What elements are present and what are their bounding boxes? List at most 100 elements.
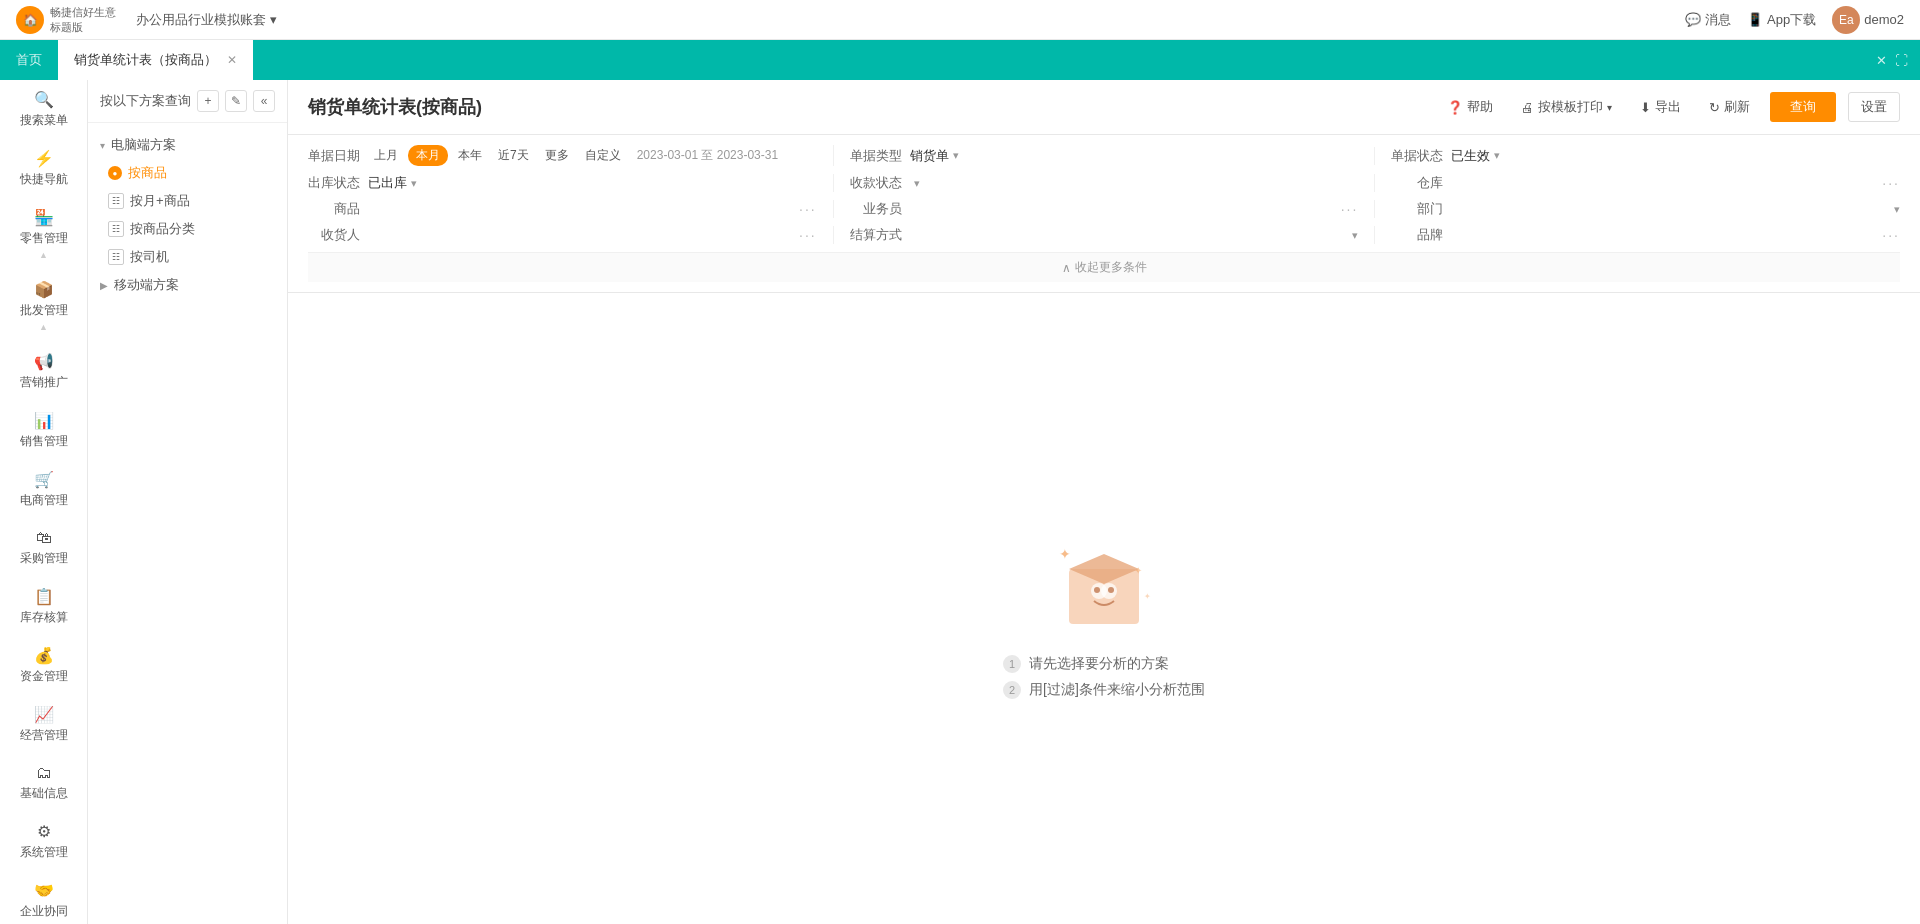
warehouse-dots[interactable]: ··· (1882, 175, 1900, 191)
outstore-label: 出库状态 (308, 174, 360, 192)
date-tab-thismonth[interactable]: 本月 (408, 145, 448, 166)
payment-method-control[interactable]: ▾ (910, 229, 1359, 242)
export-icon: ⬇ (1640, 100, 1651, 115)
sidebar-item-ecommerce[interactable]: 🛒 电商管理 (0, 460, 87, 519)
goods-label: 商品 (308, 200, 360, 218)
left-panel: 按以下方案查询 + ✎ « ▾ 电脑端方案 ● 按商品 (88, 80, 288, 924)
month-goods-icon: ☷ (108, 193, 124, 209)
tree-desktop-scheme[interactable]: ▾ 电脑端方案 (88, 131, 287, 159)
staff-dots[interactable]: ··· (1341, 201, 1359, 217)
tree-node-month-goods[interactable]: ☷ 按月+商品 (88, 187, 287, 215)
sidebar-item-retail[interactable]: 🏪 零售管理 ▲ (0, 198, 87, 270)
staff-control: ··· (910, 201, 1359, 217)
filter-row-4: 收货人 ··· 结算方式 ▾ 品牌 (308, 226, 1900, 244)
brand-dots[interactable]: ··· (1882, 227, 1900, 243)
marketing-icon: 📢 (34, 352, 54, 371)
user-action[interactable]: Ea demo2 (1832, 6, 1904, 34)
outstore-control[interactable]: 已出库 ▾ (368, 174, 817, 192)
sidebar-item-finance[interactable]: 💰 资金管理 (0, 636, 87, 695)
dept-control[interactable]: ▾ (1451, 203, 1900, 216)
driver-icon: ☷ (108, 249, 124, 265)
sidebar-item-system[interactable]: ⚙ 系统管理 (0, 812, 87, 871)
sidebar-item-corp[interactable]: 🤝 企业协同 (0, 871, 87, 924)
tree-node-driver[interactable]: ☷ 按司机 (88, 243, 287, 271)
main-layout: 🔍 搜索菜单 ⚡ 快捷导航 🏪 零售管理 ▲ 📦 批发管理 ▲ 📢 营销推广 📊… (0, 80, 1920, 924)
logo-icon: 🏠 (16, 6, 44, 34)
goods-scheme-dot: ● (108, 166, 122, 180)
date-tab-thisyear[interactable]: 本年 (452, 145, 488, 166)
empty-state: ✦ ✦ ✦ 1 请先选择要分析的方案 2 用[过滤]条件来缩小分析范围 (288, 293, 1920, 924)
inventory-icon: 📋 (34, 587, 54, 606)
tab-report[interactable]: 销货单统计表（按商品） ✕ (58, 40, 253, 80)
sidebar-item-purchase[interactable]: 🛍 采购管理 (0, 519, 87, 577)
collapse-more-conditions[interactable]: ∧ 收起更多条件 (308, 252, 1900, 282)
add-scheme-button[interactable]: + (197, 90, 219, 112)
hint2-text: 用[过滤]条件来缩小分析范围 (1029, 681, 1205, 699)
minimize-icon[interactable]: ✕ (1876, 53, 1887, 68)
refresh-button[interactable]: ↻ 刷新 (1701, 94, 1758, 120)
payment-status-control[interactable]: ▾ (910, 177, 1359, 190)
date-filter-control: 上月 本月 本年 近7天 更多 自定义 2023-03-01 至 2023-03… (368, 145, 817, 166)
date-range-text: 2023-03-01 至 2023-03-31 (637, 147, 778, 164)
date-tab-7days[interactable]: 近7天 (492, 145, 535, 166)
edit-scheme-button[interactable]: ✎ (225, 90, 247, 112)
doc-type-arrow-icon: ▾ (953, 149, 959, 162)
tab-bar: 首页 销货单统计表（按商品） ✕ ✕ ⛶ (0, 40, 1920, 80)
date-tab-more[interactable]: 更多 (539, 145, 575, 166)
app-download-action[interactable]: 📱 App下载 (1747, 11, 1816, 29)
sales-icon: 📊 (34, 411, 54, 430)
workspace-selector[interactable]: 办公用品行业模拟账套 ▾ (136, 11, 277, 29)
page-title: 销货单统计表(按商品) (308, 95, 482, 119)
sidebar-item-wholesale[interactable]: 📦 批发管理 ▲ (0, 270, 87, 342)
filter-staff: 业务员 ··· (850, 200, 1376, 218)
quicknav-icon: ⚡ (34, 149, 54, 168)
export-button[interactable]: ⬇ 导出 (1632, 94, 1689, 120)
query-button[interactable]: 查询 (1770, 92, 1836, 122)
sidebar-item-search[interactable]: 🔍 搜索菜单 (0, 80, 87, 139)
filter-payment-method: 结算方式 ▾ (850, 226, 1376, 244)
maximize-icon[interactable]: ⛶ (1895, 53, 1908, 68)
receiver-dots[interactable]: ··· (799, 227, 817, 243)
desktop-scheme-arrow-icon: ▾ (100, 140, 105, 151)
date-tabs: 上月 本月 本年 近7天 更多 自定义 (368, 145, 627, 166)
tab-close-icon[interactable]: ✕ (227, 53, 237, 67)
message-icon: 💬 (1685, 12, 1701, 27)
sidebar-item-quicknav[interactable]: ⚡ 快捷导航 (0, 139, 87, 198)
left-panel-header: 按以下方案查询 + ✎ « (88, 80, 287, 123)
sidebar: 🔍 搜索菜单 ⚡ 快捷导航 🏪 零售管理 ▲ 📦 批发管理 ▲ 📢 营销推广 📊… (0, 80, 88, 924)
tree-node-goods[interactable]: ● 按商品 (88, 159, 287, 187)
settings-button[interactable]: 设置 (1848, 92, 1900, 122)
doc-type-control[interactable]: 销货单 ▾ (910, 147, 1359, 165)
payment-method-arrow-icon: ▾ (1352, 229, 1358, 242)
goods-dots[interactable]: ··· (799, 201, 817, 217)
refresh-icon: ↻ (1709, 100, 1720, 115)
collapse-panel-button[interactable]: « (253, 90, 275, 112)
sidebar-item-basic[interactable]: 🗂 基础信息 (0, 754, 87, 812)
finance-icon: 💰 (34, 646, 54, 665)
filter-brand: 品牌 ··· (1391, 226, 1900, 244)
mobile-scheme-arrow-icon: ▶ (100, 280, 108, 291)
svg-text:✦: ✦ (1134, 565, 1142, 576)
help-icon: ❓ (1447, 100, 1463, 115)
help-button[interactable]: ❓ 帮助 (1439, 94, 1501, 120)
filter-warehouse: 仓库 ··· (1391, 174, 1900, 192)
hint1-num: 1 (1003, 655, 1021, 673)
sidebar-item-sales[interactable]: 📊 销售管理 (0, 401, 87, 460)
doc-status-arrow-icon: ▾ (1494, 149, 1500, 162)
tree-mobile-scheme[interactable]: ▶ 移动端方案 (88, 271, 287, 299)
message-action[interactable]: 💬 消息 (1685, 11, 1731, 29)
print-icon: 🖨 (1521, 100, 1534, 115)
tab-home[interactable]: 首页 (0, 40, 58, 80)
doc-status-control[interactable]: 已生效 ▾ (1451, 147, 1900, 165)
wholesale-icon: 📦 (34, 280, 54, 299)
print-button[interactable]: 🖨 按模板打印 ▾ (1513, 94, 1620, 120)
sidebar-item-inventory[interactable]: 📋 库存核算 (0, 577, 87, 636)
dept-arrow-icon: ▾ (1894, 203, 1900, 216)
sidebar-item-operation[interactable]: 📈 经营管理 (0, 695, 87, 754)
sidebar-item-marketing[interactable]: 📢 营销推广 (0, 342, 87, 401)
date-tab-custom[interactable]: 自定义 (579, 145, 627, 166)
right-panel: 销货单统计表(按商品) ❓ 帮助 🖨 按模板打印 ▾ ⬇ (288, 80, 1920, 924)
tree-node-goods-category[interactable]: ☷ 按商品分类 (88, 215, 287, 243)
date-tab-lastmonth[interactable]: 上月 (368, 145, 404, 166)
purchase-icon: 🛍 (36, 529, 52, 547)
